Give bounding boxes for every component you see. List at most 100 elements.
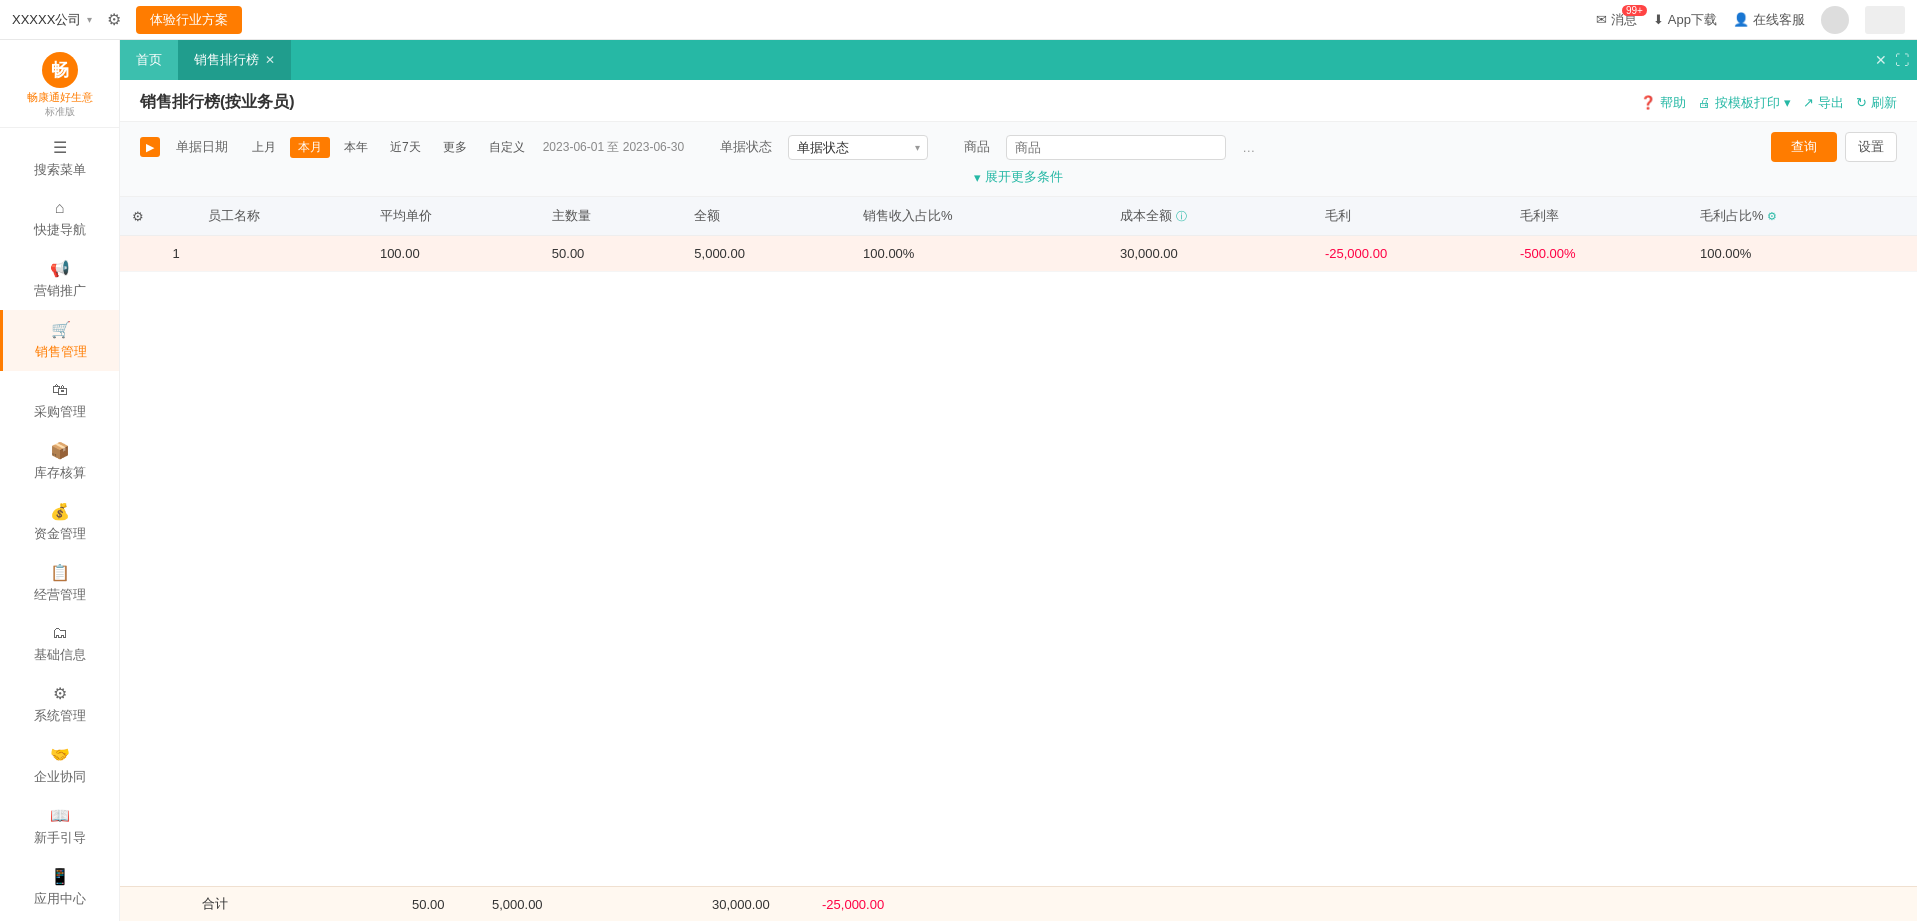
date-opt-custom[interactable]: 自定义: [481, 137, 533, 158]
td-settings: [120, 236, 156, 272]
refresh-button[interactable]: ↻ 刷新: [1856, 94, 1897, 112]
content-area: 首页 销售排行榜 ✕ ✕ ⛶ 销售排行榜(按业务员) ❓ 帮助: [120, 40, 1917, 921]
app-download-button[interactable]: ⬇ App下载: [1653, 11, 1717, 29]
col-gross[interactable]: 毛利: [1313, 197, 1508, 236]
message-button[interactable]: ✉ 消息 99+: [1596, 11, 1637, 29]
export-button[interactable]: ↗ 导出: [1803, 94, 1844, 112]
sidebar-label: 营销推广: [34, 282, 86, 300]
gross-pct-icon: ⚙: [1767, 210, 1777, 222]
sidebar-item-inventory[interactable]: 📦 库存核算: [0, 431, 119, 492]
col-settings[interactable]: ⚙: [120, 197, 156, 236]
expand-window-button[interactable]: ⛶: [1895, 52, 1909, 68]
sidebar-item-marketing[interactable]: 📢 营销推广: [0, 249, 119, 310]
top-bar: XXXXX公司 ▾ ⚙ 体验行业方案 ✉ 消息 99+ ⬇ App下载 👤 在线…: [0, 0, 1917, 40]
sidebar-item-finance[interactable]: 💰 资金管理: [0, 492, 119, 553]
date-opt-more[interactable]: 更多: [435, 137, 475, 158]
footer-gross: -25,000.00: [810, 897, 920, 912]
td-employee: [196, 236, 368, 272]
sidebar-label: 资金管理: [34, 525, 86, 543]
table-header-row: ⚙ 员工名称 平均单价 主数量 全额 销售收入占比% 成本全额 ⓘ 毛利 毛利率…: [120, 197, 1917, 236]
online-service-button[interactable]: 👤 在线客服: [1733, 11, 1805, 29]
chevron-down-icon: ▾: [87, 14, 92, 25]
date-range: 2023-06-01 至 2023-06-30: [543, 139, 684, 156]
help-icon: ❓: [1640, 95, 1656, 110]
message-icon: ✉: [1596, 12, 1607, 27]
company-name: XXXXX公司: [12, 11, 81, 29]
user-name[interactable]: [1865, 6, 1905, 34]
date-label: 单据日期: [176, 138, 228, 156]
marketing-icon: 📢: [50, 259, 70, 278]
print-chevron-icon: ▾: [1784, 95, 1791, 110]
logo-sub: 标准版: [45, 105, 75, 119]
home-icon: ⌂: [55, 199, 65, 217]
sidebar-label: 快捷导航: [34, 221, 86, 239]
sidebar-item-purchase[interactable]: 🛍 采购管理: [0, 371, 119, 431]
sidebar: 畅 畅康通好生意 标准版 ☰ 搜索菜单 ⌂ 快捷导航 📢 营销推广 🛒 销售管理…: [0, 40, 120, 921]
query-button[interactable]: 查询: [1771, 132, 1837, 162]
help-button[interactable]: ❓ 帮助: [1640, 94, 1686, 112]
col-cost[interactable]: 成本全额 ⓘ: [1108, 197, 1313, 236]
sidebar-item-quick-nav[interactable]: ⌂ 快捷导航: [0, 189, 119, 249]
sidebar-item-basic[interactable]: 🗂 基础信息: [0, 614, 119, 674]
col-gross-pct[interactable]: 毛利占比% ⚙: [1688, 197, 1917, 236]
refresh-icon: ↻: [1856, 95, 1867, 110]
more-options-btn[interactable]: …: [1242, 140, 1255, 155]
search-order-icon: ☰: [53, 138, 67, 157]
td-gross-pct: 100.00%: [1688, 236, 1917, 272]
tab-sales-rank[interactable]: 销售排行榜 ✕: [178, 40, 291, 80]
date-opt-7days[interactable]: 近7天: [382, 137, 429, 158]
footer-label: 合计: [202, 896, 228, 911]
sidebar-item-enterprise[interactable]: 🤝 企业协同: [0, 735, 119, 796]
avatar[interactable]: [1821, 6, 1849, 34]
footer-main-qty: 50.00: [400, 897, 480, 912]
col-amount[interactable]: 全额: [682, 197, 851, 236]
settings-button[interactable]: ⚙: [100, 6, 128, 34]
sidebar-item-system[interactable]: ⚙ 系统管理: [0, 674, 119, 735]
footer-row: 合计 50.00 5,000.00 30,000.00 -25,000.00: [120, 895, 1917, 913]
sidebar-logo: 畅 畅康通好生意 标准版: [0, 40, 119, 128]
export-icon: ↗: [1803, 95, 1814, 110]
service-icon: 👤: [1733, 12, 1749, 27]
date-opt-this-year[interactable]: 本年: [336, 137, 376, 158]
trial-button[interactable]: 体验行业方案: [136, 6, 242, 34]
date-options: 上月 本月 本年 近7天 更多 自定义 2023-06-01 至 2023-06…: [244, 137, 684, 158]
col-gross-rate[interactable]: 毛利率: [1508, 197, 1688, 236]
sidebar-item-app-center[interactable]: 📱 应用中心: [0, 857, 119, 918]
sidebar-label: 新手引导: [34, 829, 86, 847]
col-main-qty[interactable]: 主数量: [540, 197, 683, 236]
date-opt-this-month[interactable]: 本月: [290, 137, 330, 158]
sidebar-item-search-order[interactable]: ☰ 搜索菜单: [0, 128, 119, 189]
td-gross: -25,000.00: [1313, 236, 1508, 272]
enterprise-icon: 🤝: [50, 745, 70, 764]
header-actions: ❓ 帮助 🖨 按模板打印 ▾ ↗ 导出 ↻ 刷新: [1640, 94, 1897, 112]
close-window-button[interactable]: ✕: [1875, 52, 1887, 68]
col-avg-price[interactable]: 平均单价: [368, 197, 540, 236]
td-rank: 1: [156, 236, 196, 272]
product-input[interactable]: [1006, 135, 1226, 160]
sidebar-label: 企业协同: [34, 768, 86, 786]
logo-text: 畅康通好生意: [27, 90, 93, 105]
filter-row: ▶ 单据日期 上月 本月 本年 近7天 更多 自定义 2023-06-01 至 …: [140, 132, 1897, 162]
chevron-down-icon: ▾: [974, 170, 981, 185]
download-icon: ⬇: [1653, 12, 1664, 27]
filter-expand-button[interactable]: ▶: [140, 137, 160, 157]
expand-more-conditions[interactable]: ▾ 展开更多条件: [140, 162, 1897, 186]
sidebar-label: 经营管理: [34, 586, 86, 604]
col-employee[interactable]: 员工名称: [196, 197, 368, 236]
footer-amount: 5,000.00: [480, 897, 580, 912]
tab-bar-right: ✕ ⛶: [1875, 40, 1917, 80]
sidebar-item-guide[interactable]: 📖 新手引导: [0, 796, 119, 857]
company-selector[interactable]: XXXXX公司 ▾: [12, 11, 92, 29]
status-select[interactable]: 单据状态: [788, 135, 928, 160]
sidebar-item-operation[interactable]: 📋 经营管理: [0, 553, 119, 614]
table-settings-button[interactable]: 设置: [1845, 132, 1897, 162]
col-sales-pct[interactable]: 销售收入占比%: [851, 197, 1108, 236]
guide-icon: 📖: [50, 806, 70, 825]
sidebar-item-sales[interactable]: 🛒 销售管理: [0, 310, 119, 371]
col-rank: [156, 197, 196, 236]
td-sales-pct: 100.00%: [851, 236, 1108, 272]
tab-home[interactable]: 首页: [120, 40, 178, 80]
date-opt-last-month[interactable]: 上月: [244, 137, 284, 158]
print-button[interactable]: 🖨 按模板打印 ▾: [1698, 94, 1791, 112]
tab-close-icon[interactable]: ✕: [265, 53, 275, 67]
